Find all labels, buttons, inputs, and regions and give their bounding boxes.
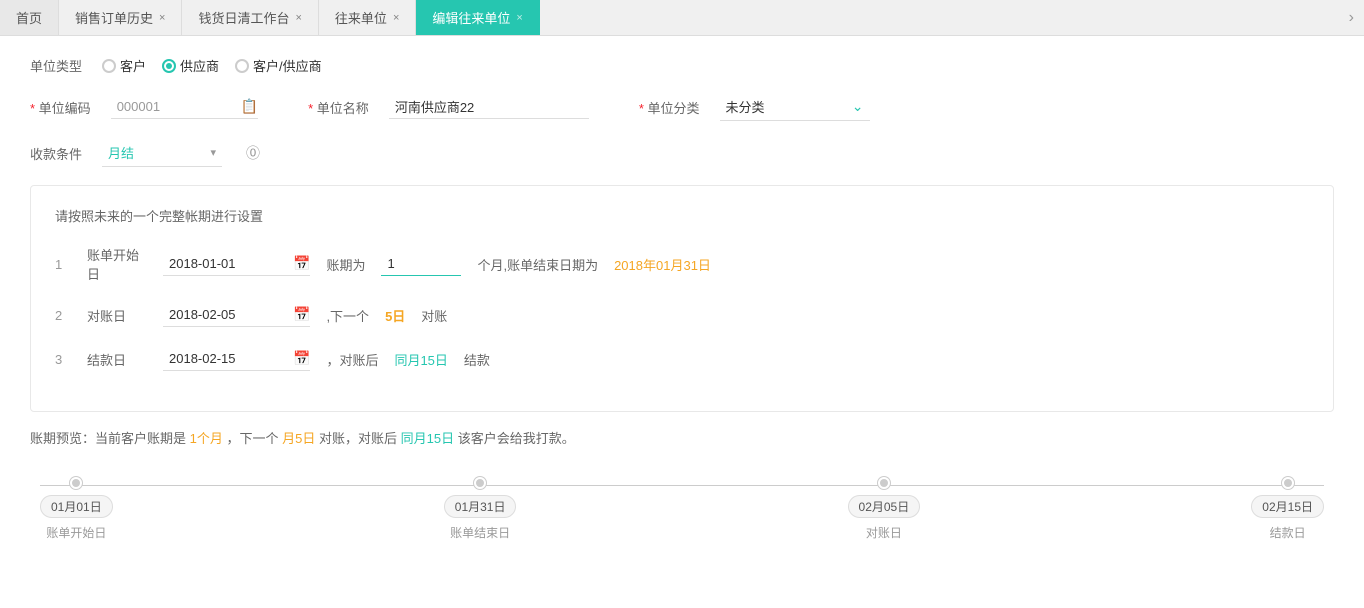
period-row-2: 2 对账日 📅 ,下一个 5日 对账 [55,303,1309,327]
period-row-3: 3 结款日 📅 ，对账后 同月15日 结款 [55,347,1309,371]
unit-category-select[interactable]: 未分类 ⌄ [720,93,870,121]
period-num-2: 2 [55,308,71,323]
timeline-desc-1: 账单结束日 [450,524,510,541]
main-content: 单位类型 客户 供应商 客户/供应商 单位编码 📋 单位名称 单位分类 [0,36,1364,608]
payment-prefix: ，对账后 [326,350,378,369]
period-label-3: 结款日 [87,350,147,369]
timeline-badge-2: 02月05日 [848,495,921,518]
unit-category-label: 单位分类 [639,98,700,117]
timeline-dot-0 [70,477,82,489]
unit-code-calendar-icon[interactable]: 📋 [241,98,258,115]
payment-suffix: 结款 [464,350,490,369]
period-row-1: 1 账单开始日 📅 账期为 个月,账单结束日期为 2018年01月31日 [55,245,1309,283]
tab-bar: 首页 销售订单历史 × 钱货日清工作台 × 往来单位 × 编辑往来单位 × › [0,0,1364,36]
period-num-3: 3 [55,352,71,367]
category-chevron-icon: ⌄ [852,98,864,115]
timeline-badge-0: 01月01日 [40,495,113,518]
radio-circle-customer [102,59,116,73]
timeline-item-2: 02月05日 对账日 [848,477,921,541]
tab-sales-history[interactable]: 销售订单历史 × [59,0,182,35]
payment-highlight: 同月15日 [394,350,447,369]
months-unit-text: 个月,账单结束日期为 [477,255,598,274]
period-settings-box: 请按照未来的一个完整帐期进行设置 1 账单开始日 📅 账期为 个月,账单结束日期… [30,185,1334,412]
tab-edit-contact[interactable]: 编辑往来单位 × [416,0,539,35]
reconcile-suffix: 对账 [421,306,447,325]
period-label-2: 对账日 [87,306,147,325]
radio-circle-both [235,59,249,73]
payment-terms-row: 收款条件 月结 ▾ ⓪ [30,139,1334,167]
summary-months: 1个月 [190,431,223,446]
radio-supplier[interactable]: 供应商 [162,56,219,75]
payment-date-input[interactable] [163,347,293,370]
summary-reconcile-day: 月5日 [282,431,315,446]
period-label-1: 账单开始日 [87,245,147,283]
timeline-badge-3: 02月15日 [1251,495,1324,518]
unit-category-value: 未分类 [726,97,846,116]
payment-date-wrapper: 📅 [163,347,310,371]
timeline-badge-1: 01月31日 [444,495,517,518]
timeline-item-3: 02月15日 结款日 [1251,477,1324,541]
payment-terms-label: 收款条件 [30,144,82,163]
timeline-item-0: 01月01日 账单开始日 [40,477,113,541]
help-icon[interactable]: ⓪ [246,143,260,163]
timeline-dot-2 [878,477,890,489]
unit-type-label: 单位类型 [30,56,82,75]
tab-contacts[interactable]: 往来单位 × [319,0,416,35]
months-input[interactable] [381,252,461,276]
unit-code-label: 单位编码 [30,98,91,117]
radio-both[interactable]: 客户/供应商 [235,56,322,75]
reconcile-date-calendar-icon[interactable]: 📅 [293,306,310,323]
reconcile-date-wrapper: 📅 [163,303,310,327]
tab-cashier[interactable]: 钱货日清工作台 × [182,0,318,35]
summary-text: 账期预览：当前客户账期是 1个月 ，下一个 月5日 对账，对账后 同月15日 该… [30,428,1334,447]
payment-terms-select[interactable]: 月结 ▾ [102,139,222,167]
payment-terms-value: 月结 [108,143,204,162]
reconcile-highlight: 5日 [385,306,405,325]
start-date-wrapper: 📅 [163,252,310,276]
unit-code-input[interactable] [111,95,241,118]
unit-name-input[interactable] [389,95,589,119]
period-end-date: 2018年01月31日 [614,255,711,274]
period-suffix-1: 账期为 [326,255,365,274]
tab-close-contacts[interactable]: × [393,12,399,24]
payment-date-calendar-icon[interactable]: 📅 [293,350,310,367]
timeline-dot-1 [474,477,486,489]
start-date-input[interactable] [163,252,293,275]
timeline: 01月01日 账单开始日 01月31日 账单结束日 02月05日 对账日 02月… [30,467,1334,551]
unit-type-row: 单位类型 客户 供应商 客户/供应商 [30,56,1334,75]
tab-home[interactable]: 首页 [0,0,59,35]
summary-payment-day: 同月15日 [401,431,454,446]
payment-terms-chevron-icon: ▾ [210,146,216,159]
period-num-1: 1 [55,257,71,272]
tab-overflow-arrow[interactable]: › [1339,0,1364,35]
reconcile-prefix: ,下一个 [326,306,369,325]
timeline-dot-3 [1282,477,1294,489]
timeline-item-1: 01月31日 账单结束日 [444,477,517,541]
reconcile-date-input[interactable] [163,303,293,326]
timeline-desc-2: 对账日 [866,524,902,541]
tab-close-edit[interactable]: × [516,12,522,24]
tab-close-sales[interactable]: × [159,12,165,24]
unit-name-label: 单位名称 [308,98,369,117]
tab-close-cashier[interactable]: × [295,12,301,24]
unit-code-field-wrapper: 📋 [111,95,258,119]
timeline-items: 01月01日 账单开始日 01月31日 账单结束日 02月05日 对账日 02月… [30,477,1334,541]
radio-circle-supplier [162,59,176,73]
period-title: 请按照未来的一个完整帐期进行设置 [55,206,1309,225]
timeline-desc-0: 账单开始日 [46,524,106,541]
timeline-desc-3: 结款日 [1270,524,1306,541]
radio-customer[interactable]: 客户 [102,56,146,75]
start-date-calendar-icon[interactable]: 📅 [293,255,310,272]
unit-type-radio-group: 客户 供应商 客户/供应商 [102,56,322,75]
unit-info-row: 单位编码 📋 单位名称 单位分类 未分类 ⌄ [30,93,1334,121]
